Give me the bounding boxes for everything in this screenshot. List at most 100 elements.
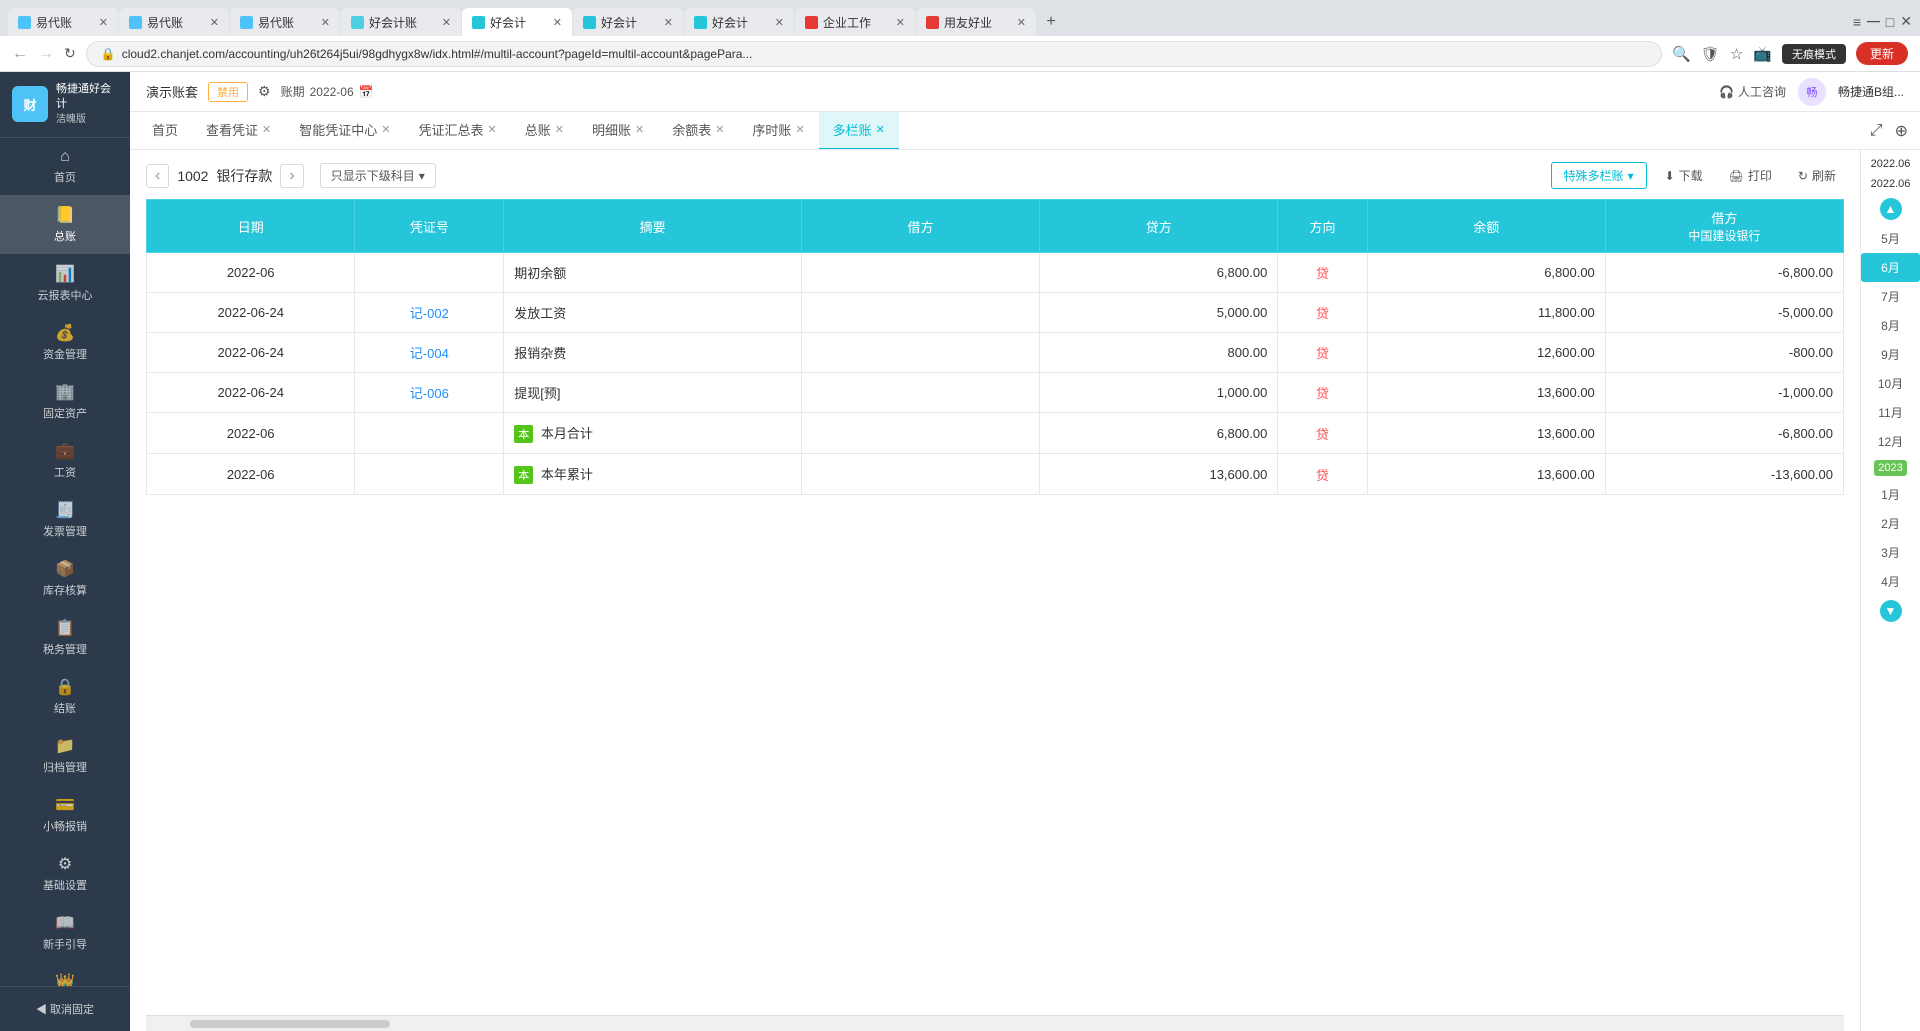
sidebar-item-guide[interactable]: 📖 新手引导 [0, 903, 130, 962]
expand-btn[interactable]: ⤢ ⊕ [1866, 117, 1912, 145]
cal-month-8[interactable]: 8月 [1861, 311, 1920, 340]
browser-tab-5[interactable]: 好会计 ✕ [462, 8, 572, 36]
voucher-summary-close[interactable]: ✕ [488, 123, 497, 136]
browser-tab-6[interactable]: 好会计 ✕ [573, 8, 683, 36]
star-icon[interactable]: ☆ [1730, 45, 1743, 63]
smart-voucher-close[interactable]: ✕ [381, 123, 390, 136]
tab-list-btn[interactable]: ≡ [1853, 14, 1861, 30]
detail-ledger-close[interactable]: ✕ [635, 123, 644, 136]
print-btn[interactable]: 🖨 打印 [1721, 163, 1780, 188]
browser-tab-9[interactable]: 用友好业 ✕ [916, 8, 1036, 36]
cal-month-12[interactable]: 12月 [1861, 427, 1920, 456]
cal-month-2023-3[interactable]: 3月 [1861, 538, 1920, 567]
cal-month-9[interactable]: 9月 [1861, 340, 1920, 369]
close-window-btn[interactable]: ✕ [1900, 13, 1912, 30]
sidebar-item-ledger[interactable]: 📒 总账 [0, 195, 130, 254]
collapse-icon[interactable]: ⤢ [1866, 118, 1887, 144]
tab-sequence[interactable]: 序时账 ✕ [738, 112, 818, 150]
tab-balance[interactable]: 余额表 ✕ [658, 112, 738, 150]
cal-month-10[interactable]: 10月 [1861, 369, 1920, 398]
browser-tab-8[interactable]: 企业工作 ✕ [795, 8, 915, 36]
update-btn[interactable]: 更新 [1856, 42, 1908, 65]
sidebar-item-inventory[interactable]: 📦 库存核算 [0, 549, 130, 608]
reload-btn[interactable]: ↻ [64, 45, 76, 62]
tab-voucher[interactable]: 查看凭证 ✕ [192, 112, 285, 150]
sidebar-item-home[interactable]: ⌂ 首页 [0, 138, 130, 195]
cell-voucher-3[interactable]: 记-006 [355, 373, 504, 413]
cal-month-11[interactable]: 11月 [1861, 398, 1920, 427]
tab-smart-voucher[interactable]: 智能凭证中心 ✕ [285, 112, 404, 150]
cal-month-7[interactable]: 7月 [1861, 282, 1920, 311]
browser-tab-7[interactable]: 好会计 ✕ [684, 8, 794, 36]
demo-badge[interactable]: 禁用 [208, 82, 248, 102]
browser-tab-2[interactable]: 易代账 ✕ [119, 8, 229, 36]
tab-general-ledger[interactable]: 总账 ✕ [511, 112, 578, 150]
tab8-close[interactable]: ✕ [896, 16, 905, 29]
maximize-btn[interactable]: □ [1886, 14, 1894, 30]
cal-month-6[interactable]: 6月 [1861, 253, 1920, 282]
cal-month-2023-2[interactable]: 2月 [1861, 509, 1920, 538]
tab1-close[interactable]: ✕ [99, 16, 108, 29]
cal-month-5[interactable]: 5月 [1861, 224, 1920, 253]
browser-tab-1[interactable]: 易代账 ✕ [8, 8, 118, 36]
multi-col-close[interactable]: ✕ [876, 123, 885, 136]
tab-home[interactable]: 首页 [138, 112, 192, 150]
scroll-thumb[interactable] [190, 1020, 390, 1028]
balance-close[interactable]: ✕ [715, 123, 724, 136]
forward-btn[interactable]: → [38, 45, 54, 63]
sidebar-item-reports[interactable]: 📊 云报表中心 [0, 254, 130, 313]
sidebar-item-funds[interactable]: 💰 资金管理 [0, 313, 130, 372]
sidebar-item-salary[interactable]: 💼 工资 [0, 431, 130, 490]
sidebar-item-vip[interactable]: 👑 畅会员 [0, 962, 130, 986]
cast-icon[interactable]: 📺 [1753, 45, 1772, 63]
tab-multi-col[interactable]: 多栏账 ✕ [819, 112, 899, 150]
tab-voucher-summary[interactable]: 凭证汇总表 ✕ [404, 112, 510, 150]
cell-voucher-1[interactable]: 记-002 [355, 293, 504, 333]
sequence-close[interactable]: ✕ [795, 123, 804, 136]
horizontal-scrollbar[interactable] [146, 1015, 1844, 1031]
tab9-close[interactable]: ✕ [1017, 16, 1026, 29]
consult-btn[interactable]: 🎧 人工咨询 [1719, 83, 1786, 100]
col-summary: 摘要 [504, 200, 802, 253]
calendar-icon[interactable]: 📅 [359, 85, 374, 99]
sidebar-item-closing[interactable]: 🔒 结账 [0, 667, 130, 726]
sidebar-item-archive[interactable]: 📁 归档管理 [0, 726, 130, 785]
sidebar-item-settings[interactable]: ⚙ 基础设置 [0, 844, 130, 903]
general-ledger-close[interactable]: ✕ [555, 123, 564, 136]
tab6-close[interactable]: ✕ [664, 16, 673, 29]
cal-down-btn[interactable]: ▼ [1880, 600, 1902, 622]
gear-icon[interactable]: ⚙ [258, 83, 271, 100]
expand-icon[interactable]: ⊕ [1891, 117, 1912, 145]
cal-month-2023-1[interactable]: 1月 [1861, 480, 1920, 509]
new-tab-button[interactable]: + [1037, 8, 1065, 36]
browser-tab-4[interactable]: 好会计账 ✕ [341, 8, 461, 36]
incognito-btn[interactable]: 无痕模式 [1782, 44, 1846, 64]
unpin-btn[interactable]: ◀ 取消固定 [0, 995, 130, 1023]
cell-voucher-2[interactable]: 记-004 [355, 333, 504, 373]
tab4-close[interactable]: ✕ [442, 16, 451, 29]
next-arrow[interactable]: › [280, 164, 303, 188]
multi-col-btn[interactable]: 特殊多栏账 ▾ [1551, 162, 1647, 189]
voucher-tab-close[interactable]: ✕ [262, 123, 271, 136]
shield-icon[interactable]: 🛡 [1701, 45, 1720, 63]
search-icon[interactable]: 🔍 [1672, 45, 1691, 63]
sidebar-item-expense[interactable]: 💳 小畅报销 [0, 785, 130, 844]
refresh-btn[interactable]: ↻ 刷新 [1790, 163, 1844, 188]
browser-tab-3[interactable]: 易代账 ✕ [230, 8, 340, 36]
download-btn[interactable]: ⬇ 下载 [1657, 163, 1711, 188]
tab5-close[interactable]: ✕ [553, 16, 562, 29]
sidebar-item-invoice[interactable]: 🧾 发票管理 [0, 490, 130, 549]
cal-month-2023-4[interactable]: 4月 [1861, 567, 1920, 596]
url-bar[interactable]: 🔒 cloud2.chanjet.com/accounting/uh26t264… [86, 41, 1662, 67]
minimize-btn[interactable]: ─ [1867, 11, 1880, 32]
back-btn[interactable]: ← [12, 45, 28, 63]
tab-detail-ledger[interactable]: 明细账 ✕ [578, 112, 658, 150]
tab3-close[interactable]: ✕ [321, 16, 330, 29]
tab7-close[interactable]: ✕ [775, 16, 784, 29]
prev-arrow[interactable]: ‹ [146, 164, 169, 188]
sidebar-item-tax[interactable]: 📋 税务管理 [0, 608, 130, 667]
filter-btn[interactable]: 只显示下级科目 ▾ [320, 163, 436, 188]
cal-up-btn[interactable]: ▲ [1880, 198, 1902, 220]
tab2-close[interactable]: ✕ [210, 16, 219, 29]
sidebar-item-assets[interactable]: 🏢 固定资产 [0, 372, 130, 431]
